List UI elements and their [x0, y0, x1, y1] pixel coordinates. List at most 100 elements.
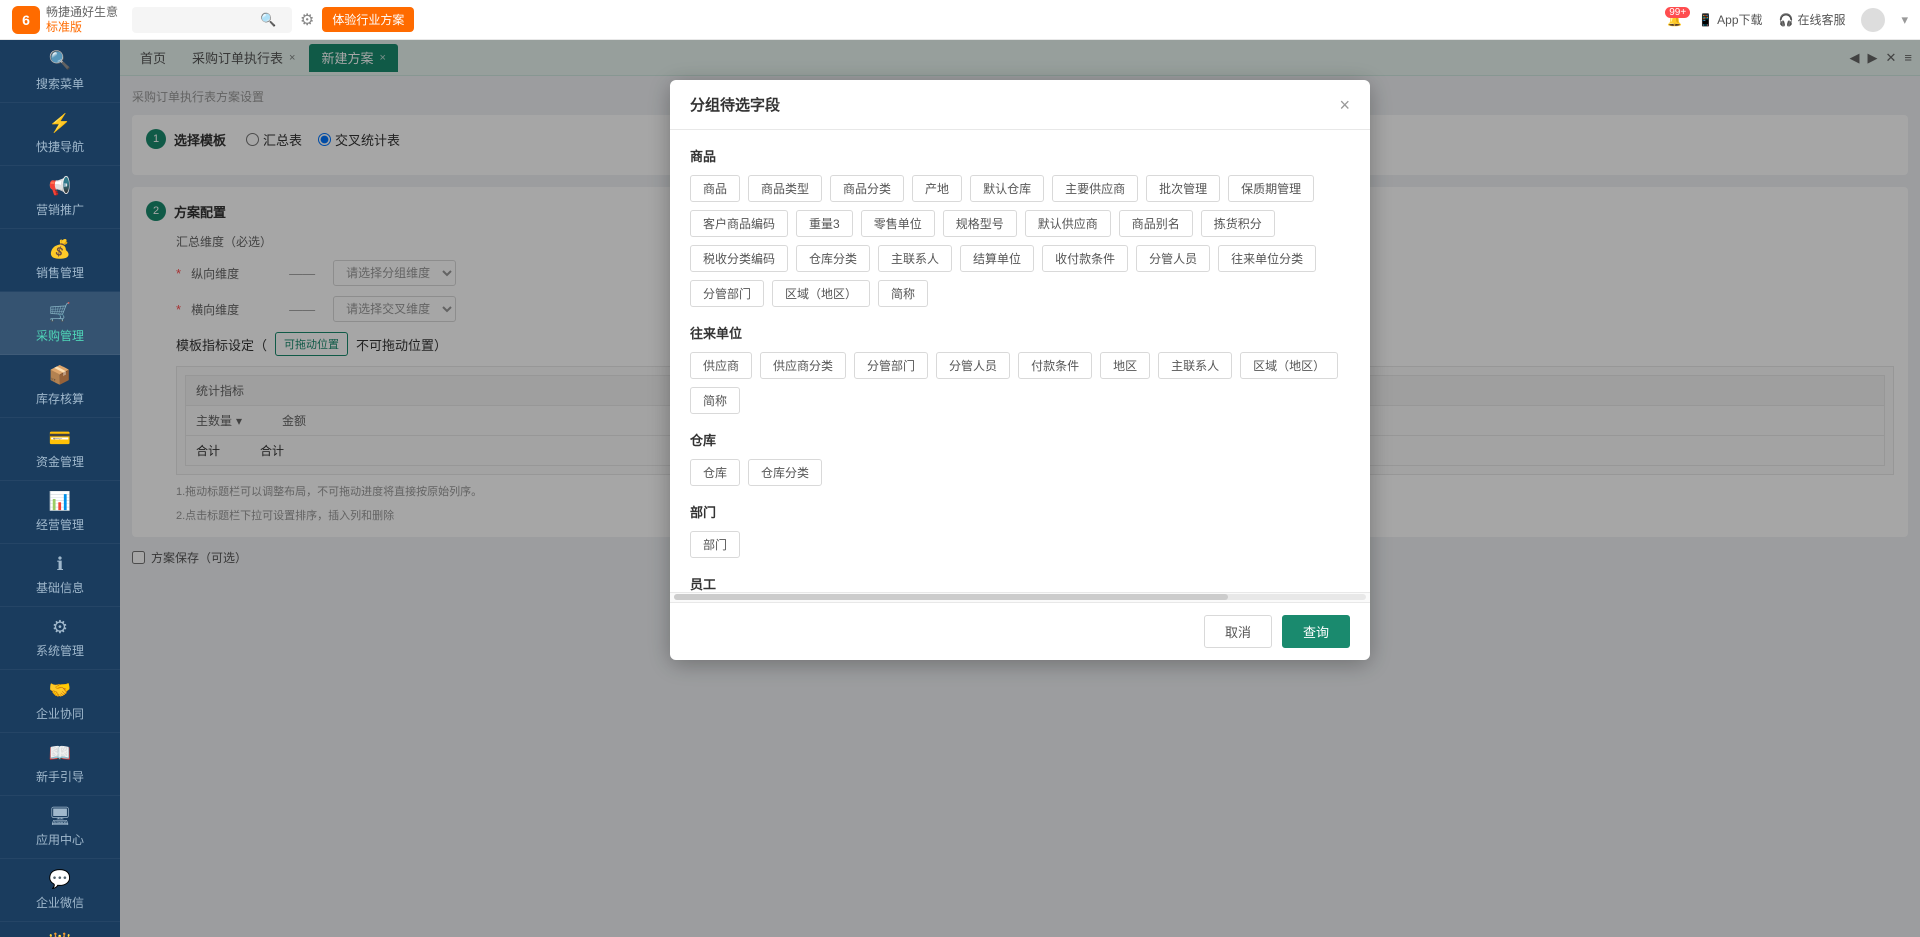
field-group-department: 部门 部门: [690, 502, 1350, 558]
field-group-partner: 往来单位 供应商 供应商分类 分管部门 分管人员 付款条件 地区 主联系人 区域…: [690, 323, 1350, 414]
top-header: 6 畅捷通好生意 标准版 🔍 ⚙ 体验行业方案 🔔 99+ 📱 App下载 🎧 …: [0, 0, 1920, 40]
sidebar-item-sales[interactable]: 💰 销售管理: [0, 229, 120, 292]
basic-info-icon: ℹ: [57, 554, 64, 575]
logo-icon: 6: [12, 6, 40, 34]
sidebar-item-search[interactable]: 🔍 搜索菜单: [0, 40, 120, 103]
field-tag[interactable]: 税收分类编码: [690, 245, 788, 272]
sidebar-item-system[interactable]: ⚙ 系统管理: [0, 607, 120, 670]
sidebar-item-finance[interactable]: 💳 资金管理: [0, 418, 120, 481]
sidebar-item-label: 经营管理: [36, 516, 84, 533]
field-tag[interactable]: 批次管理: [1146, 175, 1220, 202]
field-tag[interactable]: 收付款条件: [1042, 245, 1128, 272]
field-tag[interactable]: 商品别名: [1119, 210, 1193, 237]
search-input[interactable]: [140, 13, 260, 27]
sidebar-item-label: 搜索菜单: [36, 75, 84, 92]
mobile-icon: 📱: [1698, 13, 1713, 27]
sidebar-item-purchase[interactable]: 🛒 采购管理: [0, 292, 120, 355]
field-tags-partner: 供应商 供应商分类 分管部门 分管人员 付款条件 地区 主联系人 区域（地区） …: [690, 352, 1350, 414]
user-avatar[interactable]: [1861, 8, 1885, 32]
field-tag[interactable]: 默认仓库: [970, 175, 1044, 202]
field-tag[interactable]: 商品分类: [830, 175, 904, 202]
logo-text: 畅捷通好生意 标准版: [46, 5, 118, 34]
field-tag[interactable]: 仓库分类: [796, 245, 870, 272]
sidebar-item-basic-info[interactable]: ℹ 基础信息: [0, 544, 120, 607]
field-tag[interactable]: 区域（地区）: [772, 280, 870, 307]
sidebar-item-quick-nav[interactable]: ⚡ 快捷导航: [0, 103, 120, 166]
field-tag[interactable]: 客户商品编码: [690, 210, 788, 237]
field-group-product: 商品 商品 商品类型 商品分类 产地 默认仓库 主要供应商 批次管理 保质期管理…: [690, 146, 1350, 307]
logo-area: 6 畅捷通好生意 标准版: [12, 5, 132, 34]
field-tag[interactable]: 分管人员: [1136, 245, 1210, 272]
field-tag[interactable]: 主联系人: [1158, 352, 1232, 379]
online-service-link[interactable]: 🎧 在线客服: [1779, 11, 1846, 28]
field-tag[interactable]: 主联系人: [878, 245, 952, 272]
field-tag[interactable]: 分管人员: [936, 352, 1010, 379]
field-group-warehouse: 仓库 仓库 仓库分类: [690, 430, 1350, 486]
user-dropdown-icon[interactable]: ▾: [1901, 12, 1908, 28]
marketing-icon: 📢: [49, 176, 71, 197]
field-tag[interactable]: 商品: [690, 175, 740, 202]
field-tag[interactable]: 供应商: [690, 352, 752, 379]
modal-header: 分组待选字段 ×: [670, 80, 1370, 130]
field-tag[interactable]: 拣货积分: [1201, 210, 1275, 237]
gear-settings-icon[interactable]: ⚙: [300, 10, 314, 30]
field-tag[interactable]: 区域（地区）: [1240, 352, 1338, 379]
field-tags-product: 商品 商品类型 商品分类 产地 默认仓库 主要供应商 批次管理 保质期管理 客户…: [690, 175, 1350, 307]
field-tag[interactable]: 分管部门: [690, 280, 764, 307]
sidebar-item-operations[interactable]: 📊 经营管理: [0, 481, 120, 544]
field-tag[interactable]: 产地: [912, 175, 962, 202]
field-tag[interactable]: 保质期管理: [1228, 175, 1314, 202]
app-download-link[interactable]: 📱 App下载: [1698, 11, 1762, 28]
wecom-icon: 💬: [49, 869, 71, 890]
sidebar-item-label: 应用中心: [36, 831, 84, 848]
sidebar-item-marketing[interactable]: 📢 营销推广: [0, 166, 120, 229]
field-tag[interactable]: 仓库分类: [748, 459, 822, 486]
field-tag[interactable]: 主要供应商: [1052, 175, 1138, 202]
purchase-icon: 🛒: [49, 302, 71, 323]
sidebar-item-app-center[interactable]: 🖥 应用中心: [0, 796, 120, 859]
trial-button[interactable]: 体验行业方案: [322, 7, 414, 32]
system-icon: ⚙: [52, 617, 68, 638]
field-tag[interactable]: 简称: [878, 280, 928, 307]
app-center-icon: 🖥: [49, 806, 72, 827]
sidebar: 🔍 搜索菜单 ⚡ 快捷导航 📢 营销推广 💰 销售管理 🛒 采购管理 📦 库存核…: [0, 40, 120, 937]
cancel-button[interactable]: 取消: [1204, 615, 1272, 648]
field-group-partner-title: 往来单位: [690, 323, 1350, 342]
sidebar-item-guide[interactable]: 📖 新手引导: [0, 733, 120, 796]
sidebar-item-member[interactable]: 👑 畅会员: [0, 922, 120, 937]
field-tag[interactable]: 分管部门: [854, 352, 928, 379]
field-tags-warehouse: 仓库 仓库分类: [690, 459, 1350, 486]
modal-close-button[interactable]: ×: [1339, 96, 1350, 114]
sidebar-item-label: 系统管理: [36, 642, 84, 659]
field-tag[interactable]: 仓库: [690, 459, 740, 486]
field-group-employee: 员工 业务员: [690, 574, 1350, 592]
member-icon: 👑: [49, 932, 71, 937]
sidebar-item-wecom[interactable]: 💬 企业微信: [0, 859, 120, 922]
field-tag[interactable]: 规格型号: [943, 210, 1017, 237]
field-tag[interactable]: 默认供应商: [1025, 210, 1111, 237]
sidebar-item-label: 企业协同: [36, 705, 84, 722]
field-tag[interactable]: 商品类型: [748, 175, 822, 202]
sidebar-item-label: 快捷导航: [36, 138, 84, 155]
collab-icon: 🤝: [49, 680, 71, 701]
modal-hscrollbar[interactable]: [674, 594, 1366, 600]
notification-bell[interactable]: 🔔 99+: [1667, 13, 1682, 27]
field-tag[interactable]: 往来单位分类: [1218, 245, 1316, 272]
header-right: 🔔 99+ 📱 App下载 🎧 在线客服 ▾: [1667, 8, 1908, 32]
operations-icon: 📊: [49, 491, 71, 512]
field-tag[interactable]: 部门: [690, 531, 740, 558]
field-tag[interactable]: 付款条件: [1018, 352, 1092, 379]
field-tag[interactable]: 零售单位: [861, 210, 935, 237]
field-tag[interactable]: 地区: [1100, 352, 1150, 379]
inventory-icon: 📦: [49, 365, 71, 386]
search-menu-icon: 🔍: [49, 50, 71, 71]
field-tag[interactable]: 供应商分类: [760, 352, 846, 379]
confirm-button[interactable]: 查询: [1282, 615, 1350, 648]
guide-icon: 📖: [49, 743, 71, 764]
sidebar-item-collab[interactable]: 🤝 企业协同: [0, 670, 120, 733]
field-tag[interactable]: 重量3: [796, 210, 853, 237]
field-tag[interactable]: 简称: [690, 387, 740, 414]
field-tag[interactable]: 结算单位: [960, 245, 1034, 272]
sidebar-item-label: 营销推广: [36, 201, 84, 218]
sidebar-item-inventory[interactable]: 📦 库存核算: [0, 355, 120, 418]
